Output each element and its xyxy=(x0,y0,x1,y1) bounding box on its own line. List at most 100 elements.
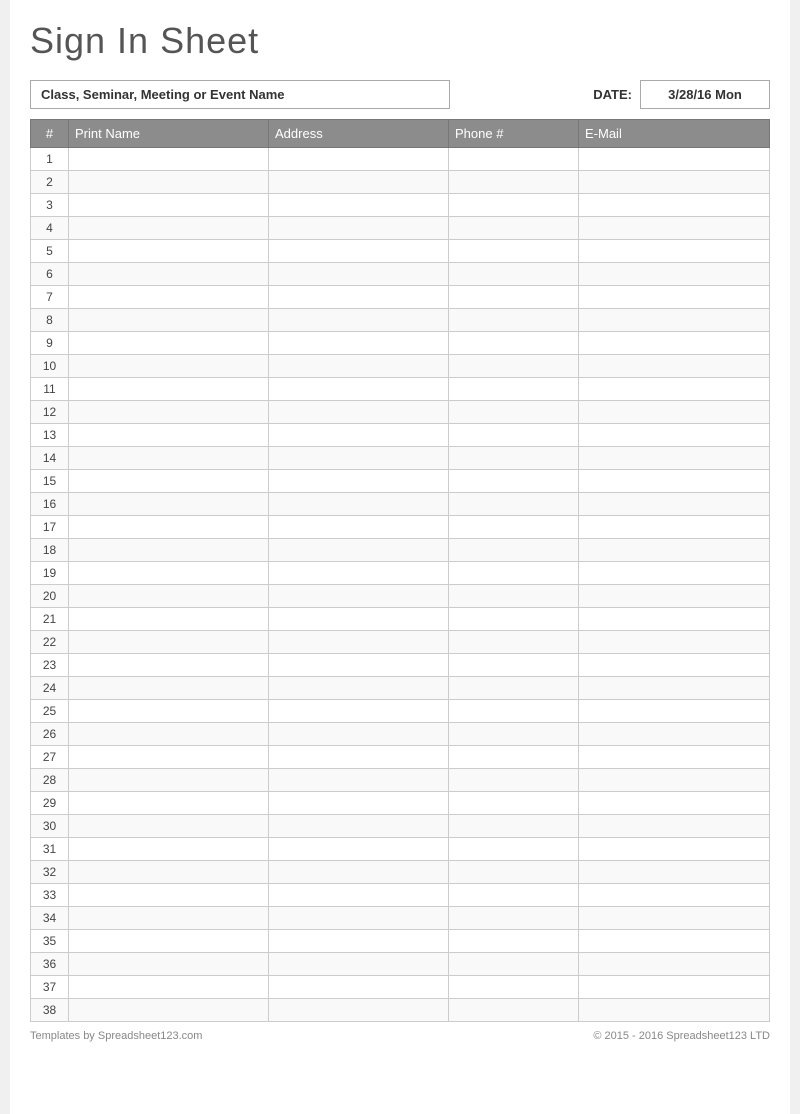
row-phone[interactable] xyxy=(449,516,579,539)
table-row[interactable]: 31 xyxy=(31,838,770,861)
row-name[interactable] xyxy=(69,539,269,562)
row-phone[interactable] xyxy=(449,976,579,999)
row-email[interactable] xyxy=(579,930,770,953)
row-name[interactable] xyxy=(69,861,269,884)
row-phone[interactable] xyxy=(449,953,579,976)
row-name[interactable] xyxy=(69,769,269,792)
row-phone[interactable] xyxy=(449,332,579,355)
row-phone[interactable] xyxy=(449,746,579,769)
row-email[interactable] xyxy=(579,792,770,815)
row-email[interactable] xyxy=(579,332,770,355)
row-name[interactable] xyxy=(69,309,269,332)
row-email[interactable] xyxy=(579,263,770,286)
row-email[interactable] xyxy=(579,631,770,654)
row-address[interactable] xyxy=(269,309,449,332)
row-phone[interactable] xyxy=(449,677,579,700)
row-address[interactable] xyxy=(269,539,449,562)
row-address[interactable] xyxy=(269,562,449,585)
table-row[interactable]: 8 xyxy=(31,309,770,332)
row-email[interactable] xyxy=(579,654,770,677)
row-phone[interactable] xyxy=(449,217,579,240)
row-name[interactable] xyxy=(69,631,269,654)
row-email[interactable] xyxy=(579,608,770,631)
row-name[interactable] xyxy=(69,355,269,378)
table-row[interactable]: 17 xyxy=(31,516,770,539)
row-name[interactable] xyxy=(69,746,269,769)
row-name[interactable] xyxy=(69,194,269,217)
table-row[interactable]: 21 xyxy=(31,608,770,631)
row-address[interactable] xyxy=(269,470,449,493)
table-row[interactable]: 24 xyxy=(31,677,770,700)
row-email[interactable] xyxy=(579,240,770,263)
row-name[interactable] xyxy=(69,263,269,286)
row-email[interactable] xyxy=(579,148,770,171)
row-email[interactable] xyxy=(579,493,770,516)
row-email[interactable] xyxy=(579,907,770,930)
row-phone[interactable] xyxy=(449,585,579,608)
table-row[interactable]: 16 xyxy=(31,493,770,516)
row-email[interactable] xyxy=(579,401,770,424)
row-address[interactable] xyxy=(269,148,449,171)
row-phone[interactable] xyxy=(449,999,579,1022)
table-row[interactable]: 36 xyxy=(31,953,770,976)
table-row[interactable]: 32 xyxy=(31,861,770,884)
row-email[interactable] xyxy=(579,562,770,585)
row-phone[interactable] xyxy=(449,401,579,424)
row-phone[interactable] xyxy=(449,171,579,194)
row-email[interactable] xyxy=(579,470,770,493)
row-email[interactable] xyxy=(579,815,770,838)
row-address[interactable] xyxy=(269,355,449,378)
table-row[interactable]: 9 xyxy=(31,332,770,355)
row-name[interactable] xyxy=(69,884,269,907)
row-name[interactable] xyxy=(69,723,269,746)
row-phone[interactable] xyxy=(449,240,579,263)
row-email[interactable] xyxy=(579,539,770,562)
row-address[interactable] xyxy=(269,861,449,884)
row-name[interactable] xyxy=(69,171,269,194)
row-phone[interactable] xyxy=(449,792,579,815)
table-row[interactable]: 25 xyxy=(31,700,770,723)
row-phone[interactable] xyxy=(449,148,579,171)
row-name[interactable] xyxy=(69,240,269,263)
table-row[interactable]: 38 xyxy=(31,999,770,1022)
row-name[interactable] xyxy=(69,815,269,838)
row-email[interactable] xyxy=(579,746,770,769)
table-row[interactable]: 23 xyxy=(31,654,770,677)
table-row[interactable]: 34 xyxy=(31,907,770,930)
table-row[interactable]: 26 xyxy=(31,723,770,746)
row-phone[interactable] xyxy=(449,447,579,470)
row-address[interactable] xyxy=(269,194,449,217)
row-phone[interactable] xyxy=(449,424,579,447)
row-email[interactable] xyxy=(579,378,770,401)
row-name[interactable] xyxy=(69,401,269,424)
table-row[interactable]: 7 xyxy=(31,286,770,309)
row-address[interactable] xyxy=(269,401,449,424)
row-name[interactable] xyxy=(69,447,269,470)
row-address[interactable] xyxy=(269,240,449,263)
row-address[interactable] xyxy=(269,516,449,539)
row-phone[interactable] xyxy=(449,838,579,861)
row-address[interactable] xyxy=(269,907,449,930)
row-name[interactable] xyxy=(69,608,269,631)
row-address[interactable] xyxy=(269,700,449,723)
row-phone[interactable] xyxy=(449,654,579,677)
row-address[interactable] xyxy=(269,447,449,470)
row-name[interactable] xyxy=(69,976,269,999)
table-row[interactable]: 5 xyxy=(31,240,770,263)
row-phone[interactable] xyxy=(449,769,579,792)
row-email[interactable] xyxy=(579,953,770,976)
row-email[interactable] xyxy=(579,309,770,332)
row-name[interactable] xyxy=(69,953,269,976)
row-email[interactable] xyxy=(579,723,770,746)
table-row[interactable]: 14 xyxy=(31,447,770,470)
row-address[interactable] xyxy=(269,263,449,286)
row-email[interactable] xyxy=(579,286,770,309)
row-phone[interactable] xyxy=(449,723,579,746)
row-email[interactable] xyxy=(579,217,770,240)
table-row[interactable]: 11 xyxy=(31,378,770,401)
table-row[interactable]: 28 xyxy=(31,769,770,792)
event-name-field[interactable]: Class, Seminar, Meeting or Event Name xyxy=(30,80,450,109)
row-email[interactable] xyxy=(579,355,770,378)
row-phone[interactable] xyxy=(449,309,579,332)
row-name[interactable] xyxy=(69,930,269,953)
